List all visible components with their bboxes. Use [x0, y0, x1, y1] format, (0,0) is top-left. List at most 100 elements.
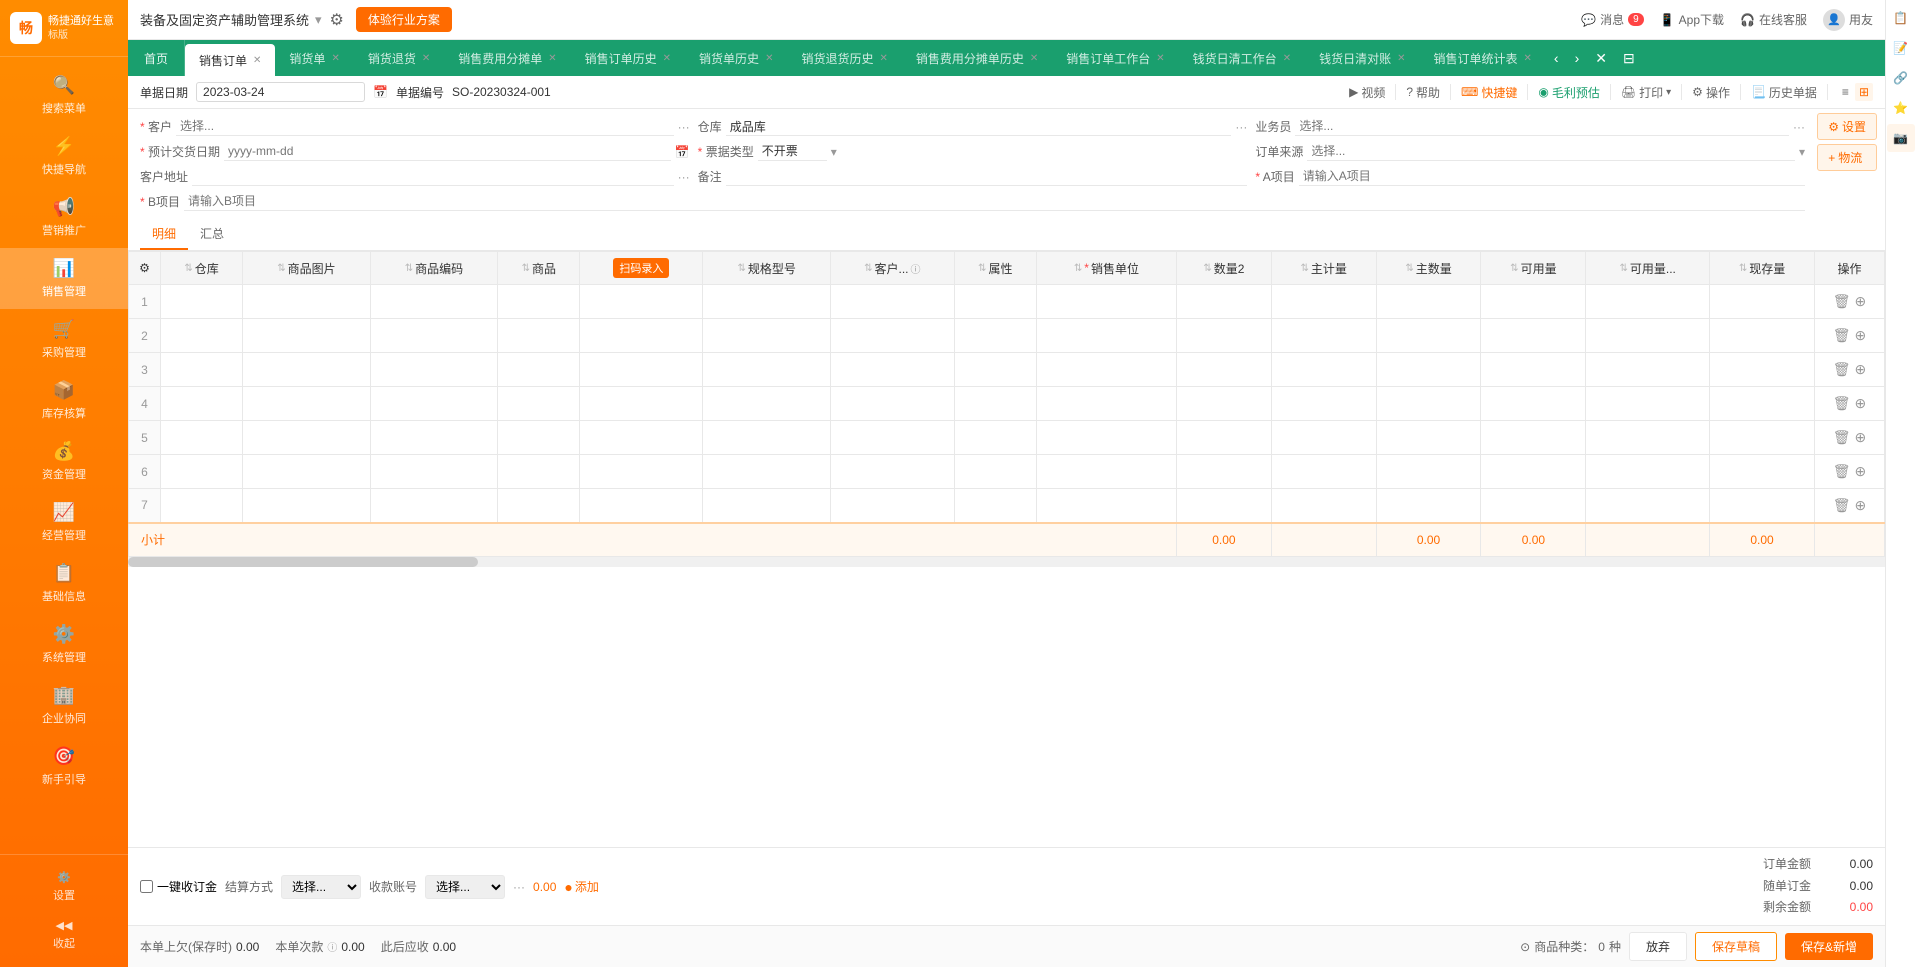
cell-product-code[interactable]	[370, 489, 498, 523]
invoice-dropdown-icon[interactable]: ▾	[831, 145, 837, 159]
cell-product-image[interactable]	[243, 319, 371, 353]
delete-row-icon[interactable]: 🗑	[1833, 293, 1851, 310]
cell-spec[interactable]	[703, 455, 831, 489]
cell-qty2[interactable]	[1177, 319, 1272, 353]
one-click-confirm-label[interactable]: 一键收订金	[140, 878, 217, 895]
cell-stock[interactable]	[1710, 421, 1815, 455]
discard-button[interactable]: 放弃	[1629, 932, 1687, 961]
cell-product[interactable]	[498, 455, 580, 489]
profit-btn[interactable]: ◉ 毛利预估	[1538, 84, 1600, 101]
sidebar-item-base[interactable]: 📋 基础信息	[0, 553, 128, 614]
invoice-select[interactable]: 不开票 普通发票 增值税发票	[758, 142, 827, 161]
tab-close-icon[interactable]: ✕	[1156, 53, 1164, 64]
cell-stock[interactable]	[1710, 489, 1815, 523]
cell-main-qty[interactable]	[1376, 455, 1481, 489]
cell-main-unit[interactable]	[1271, 319, 1376, 353]
cell-customer-code[interactable]	[830, 285, 954, 319]
cell-spec[interactable]	[703, 421, 831, 455]
tab-sales-return-goods-history[interactable]: 销货退货历史 ✕	[787, 40, 901, 76]
cell-available2[interactable]	[1586, 421, 1710, 455]
sidebar-item-quicknav[interactable]: ⚡ 快捷导航	[0, 126, 128, 187]
cell-main-unit[interactable]	[1271, 387, 1376, 421]
right-panel-icon-4[interactable]: ⭐	[1887, 94, 1915, 122]
table-scrollbar-track[interactable]	[128, 557, 1885, 567]
cell-attribute[interactable]	[954, 489, 1036, 523]
address-more-icon[interactable]: ···	[678, 170, 690, 184]
sidebar-item-marketing[interactable]: 📢 营销推广	[0, 187, 128, 248]
tab-sales-return-history[interactable]: 销货单历史 ✕	[685, 40, 787, 76]
tab-close-icon[interactable]: ✕	[1030, 53, 1038, 64]
tab-sales-order-history[interactable]: 销售订单历史 ✕	[571, 40, 685, 76]
tab-home[interactable]: 首页	[128, 40, 185, 76]
cell-product[interactable]	[498, 387, 580, 421]
cell-available2[interactable]	[1586, 285, 1710, 319]
sidebar-item-inventory[interactable]: 📦 库存核算	[0, 370, 128, 431]
table-settings-icon[interactable]: ⚙	[139, 261, 150, 275]
cell-main-unit[interactable]	[1271, 421, 1376, 455]
delete-row-icon[interactable]: 🗑	[1833, 327, 1851, 344]
sidebar-item-system[interactable]: ⚙️ 系统管理	[0, 614, 128, 675]
cell-spec[interactable]	[703, 353, 831, 387]
copy-row-icon[interactable]: ⊕	[1855, 293, 1867, 310]
copy-row-icon[interactable]: ⊕	[1855, 327, 1867, 344]
cell-main-qty[interactable]	[1376, 353, 1481, 387]
info-icon[interactable]: ⓘ	[327, 939, 337, 954]
cell-sales-unit[interactable]	[1036, 421, 1176, 455]
print-dropdown-icon[interactable]: ▾	[1666, 87, 1671, 98]
tab-sales-return-goods[interactable]: 销货退货 ✕	[354, 40, 444, 76]
sidebar-item-purchase[interactable]: 🛒 采购管理	[0, 309, 128, 370]
copy-row-icon[interactable]: ⊕	[1855, 463, 1867, 480]
cell-warehouse[interactable]	[161, 285, 243, 319]
cell-stock[interactable]	[1710, 387, 1815, 421]
cell-sales-unit[interactable]	[1036, 353, 1176, 387]
tab-close-icon[interactable]: ✕	[331, 53, 339, 64]
cell-stock[interactable]	[1710, 285, 1815, 319]
cell-available[interactable]	[1481, 285, 1586, 319]
cell-warehouse[interactable]	[161, 489, 243, 523]
warehouse-input[interactable]	[726, 117, 1232, 136]
cell-product-image[interactable]	[243, 387, 371, 421]
cell-product-code[interactable]	[370, 421, 498, 455]
cell-main-unit[interactable]	[1271, 489, 1376, 523]
cell-available2[interactable]	[1586, 387, 1710, 421]
right-panel-icon-5[interactable]: 📷	[1887, 124, 1915, 152]
message-item[interactable]: 💬 消息 9	[1581, 11, 1644, 28]
cell-product[interactable]	[498, 285, 580, 319]
sidebar-item-business[interactable]: 📈 经营管理	[0, 492, 128, 553]
copy-row-icon[interactable]: ⊕	[1855, 429, 1867, 446]
cell-main-qty[interactable]	[1376, 489, 1481, 523]
shortcut-btn[interactable]: ⌨ 快捷键	[1461, 84, 1517, 101]
delete-row-icon[interactable]: 🗑	[1833, 361, 1851, 378]
delivery-input[interactable]	[224, 142, 671, 161]
cell-available[interactable]	[1481, 421, 1586, 455]
calendar-icon[interactable]: 📅	[373, 85, 388, 99]
cell-product-image[interactable]	[243, 285, 371, 319]
cell-stock[interactable]	[1710, 319, 1815, 353]
cell-available2[interactable]	[1586, 489, 1710, 523]
online-service-item[interactable]: 🎧 在线客服	[1740, 11, 1807, 28]
scan-input-button[interactable]: 扫码录入	[613, 258, 669, 278]
cell-main-qty[interactable]	[1376, 285, 1481, 319]
tab-next-button[interactable]: ›	[1567, 40, 1588, 76]
cell-main-qty[interactable]	[1376, 319, 1481, 353]
cell-qty2[interactable]	[1177, 489, 1272, 523]
cell-sales-unit[interactable]	[1036, 285, 1176, 319]
cell-sales-unit[interactable]	[1036, 319, 1176, 353]
cell-main-unit[interactable]	[1271, 285, 1376, 319]
cell-warehouse[interactable]	[161, 455, 243, 489]
cell-product-code[interactable]	[370, 455, 498, 489]
cell-spec[interactable]	[703, 489, 831, 523]
cell-warehouse[interactable]	[161, 319, 243, 353]
sidebar-collapse[interactable]: ◀◀ 收起	[0, 911, 128, 959]
cell-customer-code[interactable]	[830, 421, 954, 455]
save-new-button[interactable]: 保存&新增	[1785, 933, 1873, 960]
tab-sales-order[interactable]: 销售订单 ✕	[185, 44, 275, 76]
cell-warehouse[interactable]	[161, 421, 243, 455]
tab-close-icon[interactable]: ✕	[1283, 53, 1291, 64]
tab-sales-fee-history[interactable]: 销售费用分摊单历史 ✕	[902, 40, 1052, 76]
cell-available2[interactable]	[1586, 319, 1710, 353]
cell-product[interactable]	[498, 489, 580, 523]
cell-qty2[interactable]	[1177, 455, 1272, 489]
cell-attribute[interactable]	[954, 421, 1036, 455]
customer-input[interactable]	[176, 117, 674, 136]
